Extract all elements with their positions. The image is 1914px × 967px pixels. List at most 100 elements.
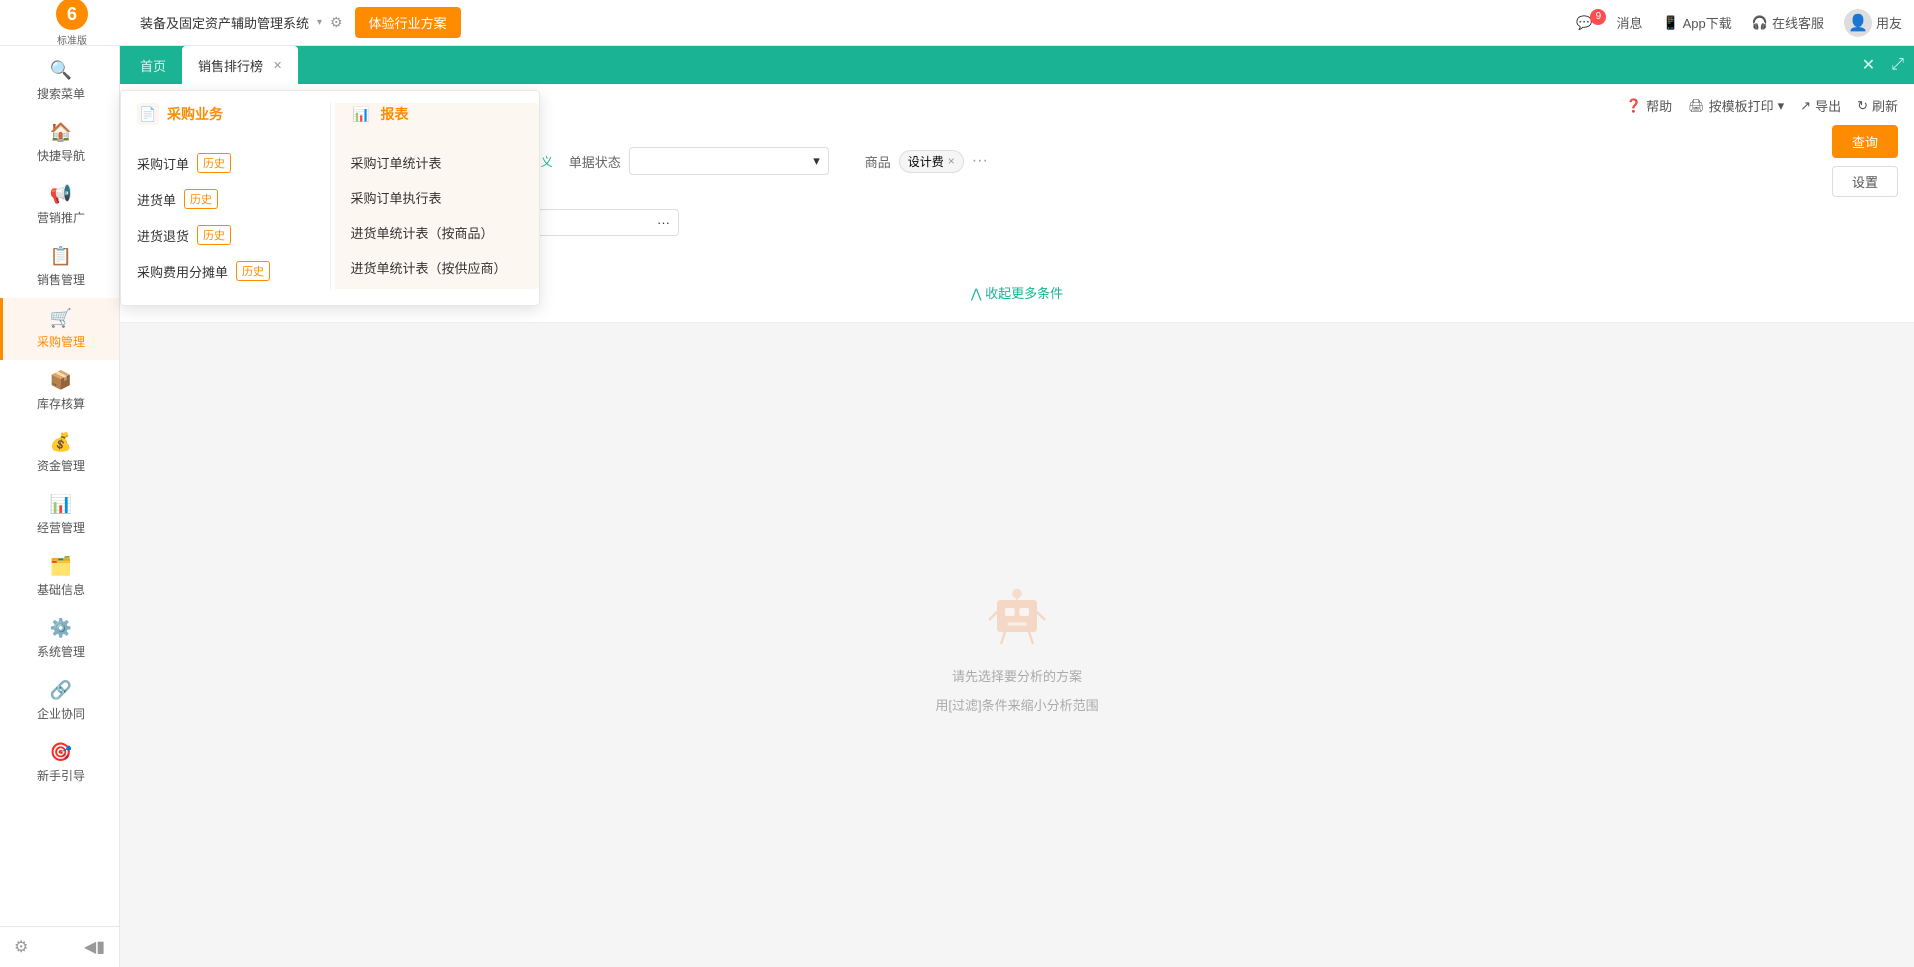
order-status-select[interactable]: ▾ — [629, 147, 829, 175]
goods-tag-close-icon[interactable]: × — [948, 154, 955, 168]
query-button[interactable]: 查询 — [1832, 125, 1898, 158]
sidebar-item-inventory[interactable]: 📦 库存核算 — [0, 360, 119, 422]
print-button[interactable]: 🖨 按模板打印 ▾ — [1688, 96, 1784, 115]
purchase-business-icon: 📄 — [137, 103, 159, 125]
sidebar-item-enterprise[interactable]: 🔗 企业协同 — [0, 670, 119, 732]
collapse-label: 收起更多条件 — [985, 286, 1063, 301]
sidebar-nav: 🔍 搜索菜单 🏠 快捷导航 📢 营销推广 📋 销售管理 🛒 采购管理 📦 库存核… — [0, 46, 119, 926]
export-button[interactable]: ↗ 导出 — [1800, 96, 1841, 115]
online-service-item[interactable]: 🎧 在线客服 — [1752, 13, 1824, 32]
sidebar-item-system[interactable]: ⚙️ 系统管理 — [0, 608, 119, 670]
basic-info-icon: 🗂️ — [50, 556, 72, 577]
tab-home[interactable]: 首页 — [124, 46, 182, 84]
system-gear-icon[interactable]: ⚙ — [330, 14, 343, 31]
print-icon: 🖨 — [1688, 98, 1705, 114]
dropdown-item-expense[interactable]: 采购费用分摊单 历史 — [137, 253, 310, 289]
sidebar-item-purchase[interactable]: 🛒 采购管理 — [0, 298, 119, 360]
avatar: 👤 — [1844, 9, 1872, 37]
dropdown-item-label: 进货退货 — [137, 226, 189, 245]
user-item[interactable]: 👤 用友 — [1844, 9, 1902, 37]
system-info: 装备及固定资产辅助管理系统 ▾ ⚙ — [140, 13, 343, 32]
help-icon: ❓ — [1626, 98, 1642, 114]
sidebar-item-operations[interactable]: 📊 经营管理 — [0, 484, 119, 546]
dropdown-item-purchase-order[interactable]: 采购订单 历史 — [137, 145, 310, 181]
dropdown-item-incoming[interactable]: 进货单 历史 — [137, 181, 310, 217]
sidebar-item-label: 企业协同 — [37, 705, 85, 722]
refresh-icon: ↻ — [1857, 98, 1868, 114]
dropdown-item-order-stats[interactable]: 采购订单统计表 — [351, 145, 524, 180]
settings-icon[interactable]: ⚙ — [14, 937, 28, 957]
goods-tag-value: 设计费 — [908, 153, 944, 170]
dropdown-item-incoming-stats-goods[interactable]: 进货单统计表（按商品） — [351, 215, 524, 250]
home-icon: 🏠 — [50, 122, 72, 143]
sidebar-item-sales[interactable]: 📋 销售管理 — [0, 236, 119, 298]
sidebar-item-finance[interactable]: 💰 资金管理 — [0, 422, 119, 484]
sidebar-item-marketing[interactable]: 📢 营销推广 — [0, 174, 119, 236]
tab-sales-rank[interactable]: 销售排行榜 ✕ — [182, 46, 298, 84]
logo-subtitle: 标准版 — [57, 32, 87, 47]
empty-state-line2: 用[过滤]条件来缩小分析范围 — [935, 695, 1098, 714]
refresh-button[interactable]: ↻ 刷新 — [1857, 96, 1898, 115]
sidebar: 🔍 搜索菜单 🏠 快捷导航 📢 营销推广 📋 销售管理 🛒 采购管理 📦 库存核… — [0, 46, 120, 967]
tab-bar-expand-icon[interactable]: ⤢ — [1885, 56, 1910, 74]
sidebar-item-label: 新手引导 — [37, 767, 85, 784]
help-label: 帮助 — [1646, 96, 1672, 115]
headset-icon: 🎧 — [1752, 15, 1768, 31]
print-dropdown-icon[interactable]: ▾ — [1778, 98, 1785, 114]
tab-sales-rank-label: 销售排行榜 — [198, 56, 263, 75]
history-badge[interactable]: 历史 — [197, 153, 231, 173]
sidebar-item-guide[interactable]: 🎯 新手引导 — [0, 732, 119, 794]
top-header: 6 标准版 装备及固定资产辅助管理系统 ▾ ⚙ 体验行业方案 💬 9 消息 📱 … — [0, 0, 1914, 46]
sidebar-item-quick-nav[interactable]: 🏠 快捷导航 — [0, 112, 119, 174]
sidebar-item-label: 营销推广 — [37, 209, 85, 226]
order-status-group: 单据状态 ▾ — [569, 147, 849, 175]
help-button[interactable]: ❓ 帮助 — [1626, 96, 1672, 115]
dropdown-item-label: 采购订单 — [137, 154, 189, 173]
sidebar-item-label: 经营管理 — [37, 519, 85, 536]
cta-button[interactable]: 体验行业方案 — [355, 7, 461, 38]
history-badge[interactable]: 历史 — [184, 189, 218, 209]
sidebar-item-label: 库存核算 — [37, 395, 85, 412]
refresh-label: 刷新 — [1872, 96, 1898, 115]
purchase-icon: 🛒 — [50, 308, 72, 329]
guide-icon: 🎯 — [50, 742, 72, 763]
history-badge[interactable]: 历史 — [197, 225, 231, 245]
dropdown-item-order-exec[interactable]: 采购订单执行表 — [351, 180, 524, 215]
dropdown-item-return[interactable]: 进货退货 历史 — [137, 217, 310, 253]
collapse-sidebar-icon[interactable]: ◀▮ — [84, 937, 105, 957]
enterprise-icon: 🔗 — [50, 680, 72, 701]
sidebar-item-search[interactable]: 🔍 搜索菜单 — [0, 50, 119, 112]
purchase-dropdown-menu: 📄 采购业务 采购订单 历史 进货单 历史 进货退货 历史 采购费用分摊单 历史… — [120, 90, 540, 306]
marketing-icon: 📢 — [50, 184, 72, 205]
empty-state-illustration — [977, 576, 1057, 656]
search-icon: 🔍 — [50, 60, 72, 81]
operations-icon: 📊 — [50, 494, 72, 515]
app-download-item[interactable]: 📱 App下载 — [1662, 13, 1731, 32]
content-area: 请先选择要分析的方案 用[过滤]条件来缩小分析范围 — [120, 323, 1914, 967]
order-status-dropdown-arrow: ▾ — [813, 153, 820, 169]
purchase-business-header: 📄 采购业务 — [137, 103, 310, 133]
dropdown-item-label: 进货单统计表（按商品） — [351, 223, 494, 242]
purchase-business-col: 📄 采购业务 采购订单 历史 进货单 历史 进货退货 历史 采购费用分摊单 历史 — [121, 103, 326, 289]
sidebar-item-label: 搜索菜单 — [37, 85, 85, 102]
sidebar-item-basic-info[interactable]: 🗂️ 基础信息 — [0, 546, 119, 608]
dropdown-divider — [330, 103, 331, 289]
tab-bar-close-icon[interactable]: ✕ — [1852, 55, 1885, 75]
tab-close-icon[interactable]: ✕ — [273, 59, 282, 72]
goods-dots-btn[interactable]: ··· — [972, 152, 988, 170]
dropdown-item-incoming-stats-supplier[interactable]: 进货单统计表（按供应商） — [351, 250, 524, 285]
tab-bar: 首页 销售排行榜 ✕ ✕ ⤢ — [120, 46, 1914, 84]
export-label: 导出 — [1815, 96, 1841, 115]
system-dropdown-arrow[interactable]: ▾ — [317, 17, 322, 28]
report-title: 报表 — [381, 104, 409, 124]
notifications-item[interactable]: 💬 9 消息 — [1576, 13, 1642, 32]
empty-state: 请先选择要分析的方案 用[过滤]条件来缩小分析范围 — [935, 576, 1098, 714]
logo-area: 6 标准版 — [12, 0, 132, 47]
goods-tag: 设计费 × — [899, 150, 964, 173]
history-badge[interactable]: 历史 — [236, 261, 270, 281]
settings-button[interactable]: 设置 — [1832, 166, 1898, 197]
dropdown-item-label: 采购费用分摊单 — [137, 262, 228, 281]
sidebar-item-label: 快捷导航 — [37, 147, 85, 164]
salesperson-dots[interactable]: ··· — [657, 215, 670, 230]
dropdown-item-label: 采购订单执行表 — [351, 188, 442, 207]
